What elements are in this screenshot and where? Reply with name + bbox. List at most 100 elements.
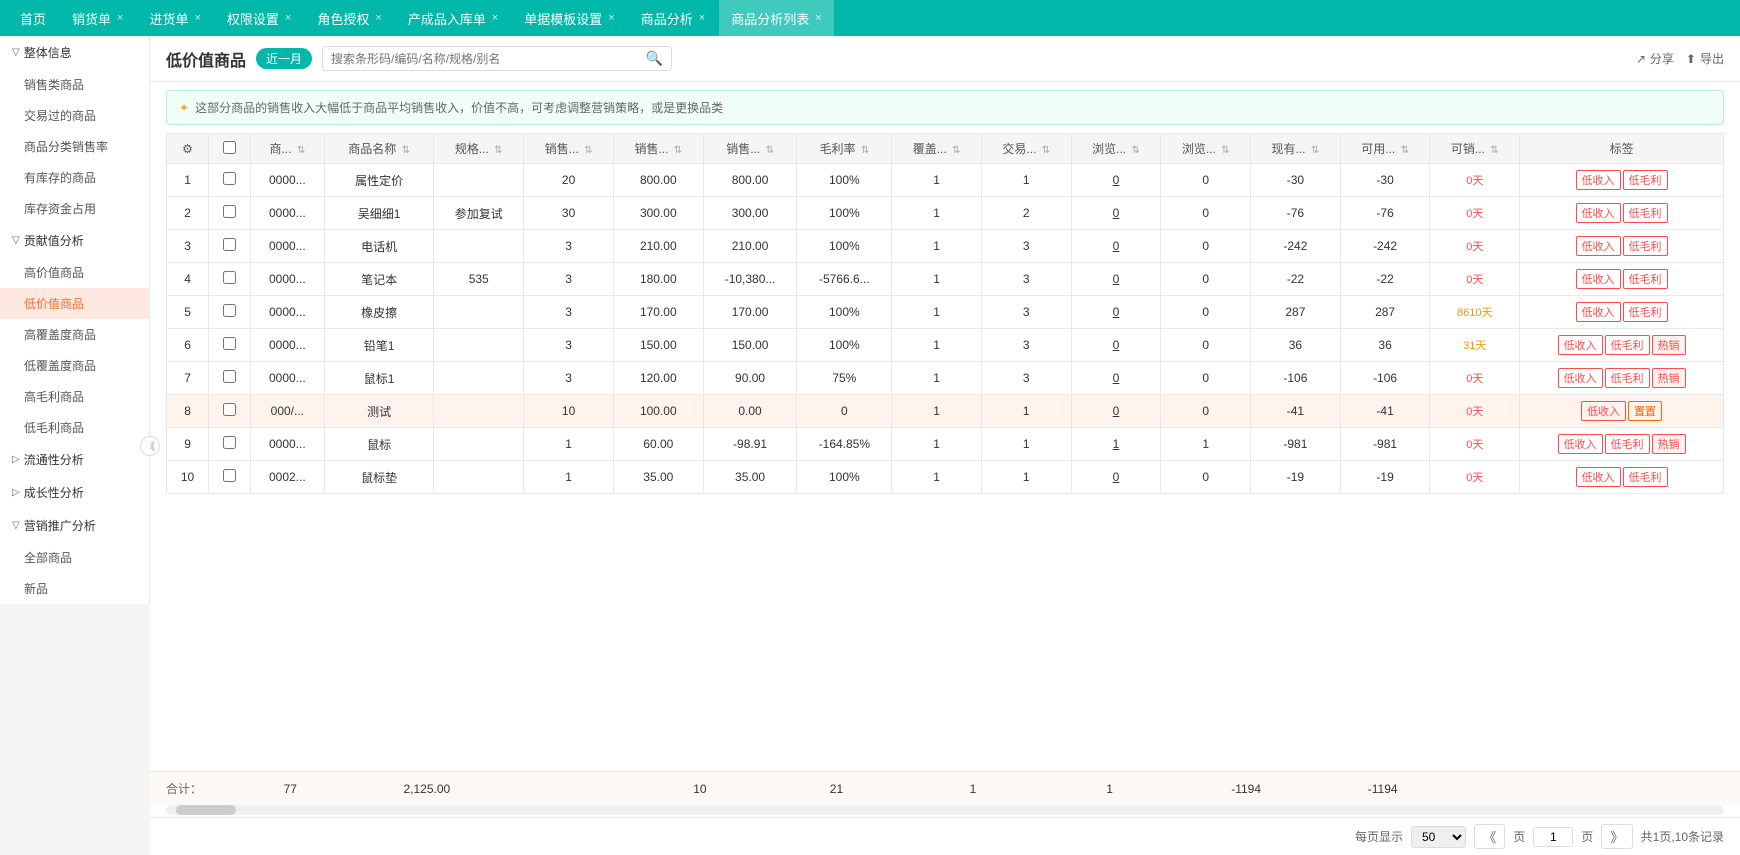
close-icon[interactable]: ×	[492, 12, 498, 24]
cell-checkbox[interactable]	[209, 164, 251, 197]
sidebar-item-traded-goods[interactable]: 交易过的商品	[0, 100, 149, 131]
col-coverage[interactable]: 覆盖... ⇅	[892, 134, 982, 164]
cell-browse1[interactable]: 0	[1071, 230, 1161, 263]
browse-link[interactable]: 0	[1113, 239, 1120, 253]
sidebar-group-growth[interactable]: ▷ 成长性分析	[0, 476, 149, 509]
browse-link[interactable]: 0	[1113, 470, 1120, 484]
cell-browse1[interactable]: 0	[1071, 395, 1161, 428]
close-icon[interactable]: ×	[608, 12, 614, 24]
nav-product-in[interactable]: 产成品入库单×	[396, 0, 510, 36]
nav-sales[interactable]: 销货单×	[60, 0, 135, 36]
sidebar-item-low-margin[interactable]: 低毛利商品	[0, 412, 149, 443]
col-browse2[interactable]: 浏览... ⇅	[1161, 134, 1251, 164]
cell-browse1[interactable]: 0	[1071, 329, 1161, 362]
col-code[interactable]: 商... ⇅	[250, 134, 324, 164]
browse-link[interactable]: 0	[1113, 272, 1120, 286]
row-checkbox[interactable]	[223, 469, 236, 482]
close-icon[interactable]: ×	[285, 12, 291, 24]
sidebar-item-stock-goods[interactable]: 有库存的商品	[0, 162, 149, 193]
cell-checkbox[interactable]	[209, 395, 251, 428]
filter-tag-recent-month[interactable]: 近一月	[256, 48, 312, 69]
nav-permission[interactable]: 权限设置×	[215, 0, 303, 36]
sidebar-item-sales-goods[interactable]: 销售类商品	[0, 69, 149, 100]
nav-analysis-list[interactable]: 商品分析列表×	[719, 0, 833, 36]
nav-template[interactable]: 单据模板设置×	[512, 0, 626, 36]
sidebar-group-contribution[interactable]: ▽ 贡献值分析	[0, 224, 149, 257]
row-checkbox[interactable]	[223, 172, 236, 185]
row-checkbox[interactable]	[223, 337, 236, 350]
row-checkbox[interactable]	[223, 205, 236, 218]
col-available[interactable]: 可用... ⇅	[1340, 134, 1430, 164]
col-amount2[interactable]: 销售... ⇅	[703, 134, 797, 164]
close-icon[interactable]: ×	[815, 12, 821, 24]
page-number-input[interactable]	[1533, 827, 1573, 847]
sidebar-item-stock-capital[interactable]: 库存资金占用	[0, 193, 149, 224]
close-icon[interactable]: ×	[699, 12, 705, 24]
cell-browse1[interactable]: 1	[1071, 428, 1161, 461]
close-icon[interactable]: ×	[117, 12, 123, 24]
sidebar-item-high-coverage[interactable]: 高覆盖度商品	[0, 319, 149, 350]
col-trade[interactable]: 交易... ⇅	[981, 134, 1071, 164]
sidebar-item-high-margin[interactable]: 高毛利商品	[0, 381, 149, 412]
search-input[interactable]	[331, 52, 640, 66]
search-icon[interactable]: 🔍	[646, 50, 663, 67]
row-checkbox[interactable]	[223, 370, 236, 383]
row-checkbox[interactable]	[223, 304, 236, 317]
cell-checkbox[interactable]	[209, 428, 251, 461]
cell-checkbox[interactable]	[209, 362, 251, 395]
first-page-button[interactable]: 《	[1474, 824, 1505, 849]
cell-browse1[interactable]: 0	[1071, 263, 1161, 296]
nav-role[interactable]: 角色授权×	[305, 0, 393, 36]
col-name[interactable]: 商品名称 ⇅	[325, 134, 434, 164]
cell-checkbox[interactable]	[209, 230, 251, 263]
col-gross-rate[interactable]: 毛利率 ⇅	[797, 134, 892, 164]
col-qty[interactable]: 销售... ⇅	[524, 134, 614, 164]
row-checkbox[interactable]	[223, 271, 236, 284]
page-size-select[interactable]: 50 100 200	[1411, 826, 1466, 848]
horizontal-scrollbar[interactable]	[166, 805, 1724, 815]
cell-checkbox[interactable]	[209, 296, 251, 329]
cell-checkbox[interactable]	[209, 461, 251, 494]
sidebar-item-low-coverage[interactable]: 低覆盖度商品	[0, 350, 149, 381]
row-checkbox[interactable]	[223, 436, 236, 449]
nav-analysis[interactable]: 商品分析×	[629, 0, 717, 36]
last-page-button[interactable]: 》	[1601, 824, 1632, 849]
close-icon[interactable]: ×	[194, 12, 200, 24]
browse-link[interactable]: 0	[1113, 305, 1120, 319]
close-icon[interactable]: ×	[375, 12, 381, 24]
col-saleable[interactable]: 可销... ⇅	[1430, 134, 1520, 164]
col-settings[interactable]: ⚙	[167, 134, 209, 164]
browse-link[interactable]: 0	[1113, 338, 1120, 352]
cell-browse1[interactable]: 0	[1071, 362, 1161, 395]
col-checkbox[interactable]	[209, 134, 251, 164]
select-all-checkbox[interactable]	[223, 141, 236, 154]
scrollbar-thumb[interactable]	[176, 805, 236, 815]
col-browse1[interactable]: 浏览... ⇅	[1071, 134, 1161, 164]
cell-browse1[interactable]: 0	[1071, 197, 1161, 230]
sidebar-group-marketing[interactable]: ▽ 营销推广分析	[0, 509, 149, 542]
sidebar-item-low-value[interactable]: 低价值商品	[0, 288, 149, 319]
cell-checkbox[interactable]	[209, 329, 251, 362]
browse-link[interactable]: 0	[1113, 173, 1120, 187]
browse-link[interactable]: 0	[1113, 206, 1120, 220]
browse-link[interactable]: 0	[1113, 404, 1120, 418]
sidebar-item-all-goods[interactable]: 全部商品	[0, 542, 149, 573]
sidebar-collapse-button[interactable]: 《	[140, 436, 160, 456]
export-button[interactable]: ⬆ 导出	[1686, 50, 1724, 67]
share-button[interactable]: ↗ 分享	[1636, 50, 1674, 67]
col-spec[interactable]: 规格... ⇅	[434, 134, 524, 164]
cell-browse1[interactable]: 0	[1071, 296, 1161, 329]
nav-home[interactable]: 首页	[8, 0, 58, 36]
col-amount1[interactable]: 销售... ⇅	[613, 134, 703, 164]
sidebar-group-overall[interactable]: ▽ 整体信息	[0, 36, 149, 69]
row-checkbox[interactable]	[223, 238, 236, 251]
row-checkbox[interactable]	[223, 403, 236, 416]
cell-browse1[interactable]: 0	[1071, 461, 1161, 494]
cell-checkbox[interactable]	[209, 197, 251, 230]
cell-browse1[interactable]: 0	[1071, 164, 1161, 197]
nav-purchase[interactable]: 进货单×	[137, 0, 212, 36]
sidebar-item-new-goods[interactable]: 新品	[0, 573, 149, 604]
cell-checkbox[interactable]	[209, 263, 251, 296]
sidebar-item-high-value[interactable]: 高价值商品	[0, 257, 149, 288]
sidebar-item-category-rate[interactable]: 商品分类销售率	[0, 131, 149, 162]
